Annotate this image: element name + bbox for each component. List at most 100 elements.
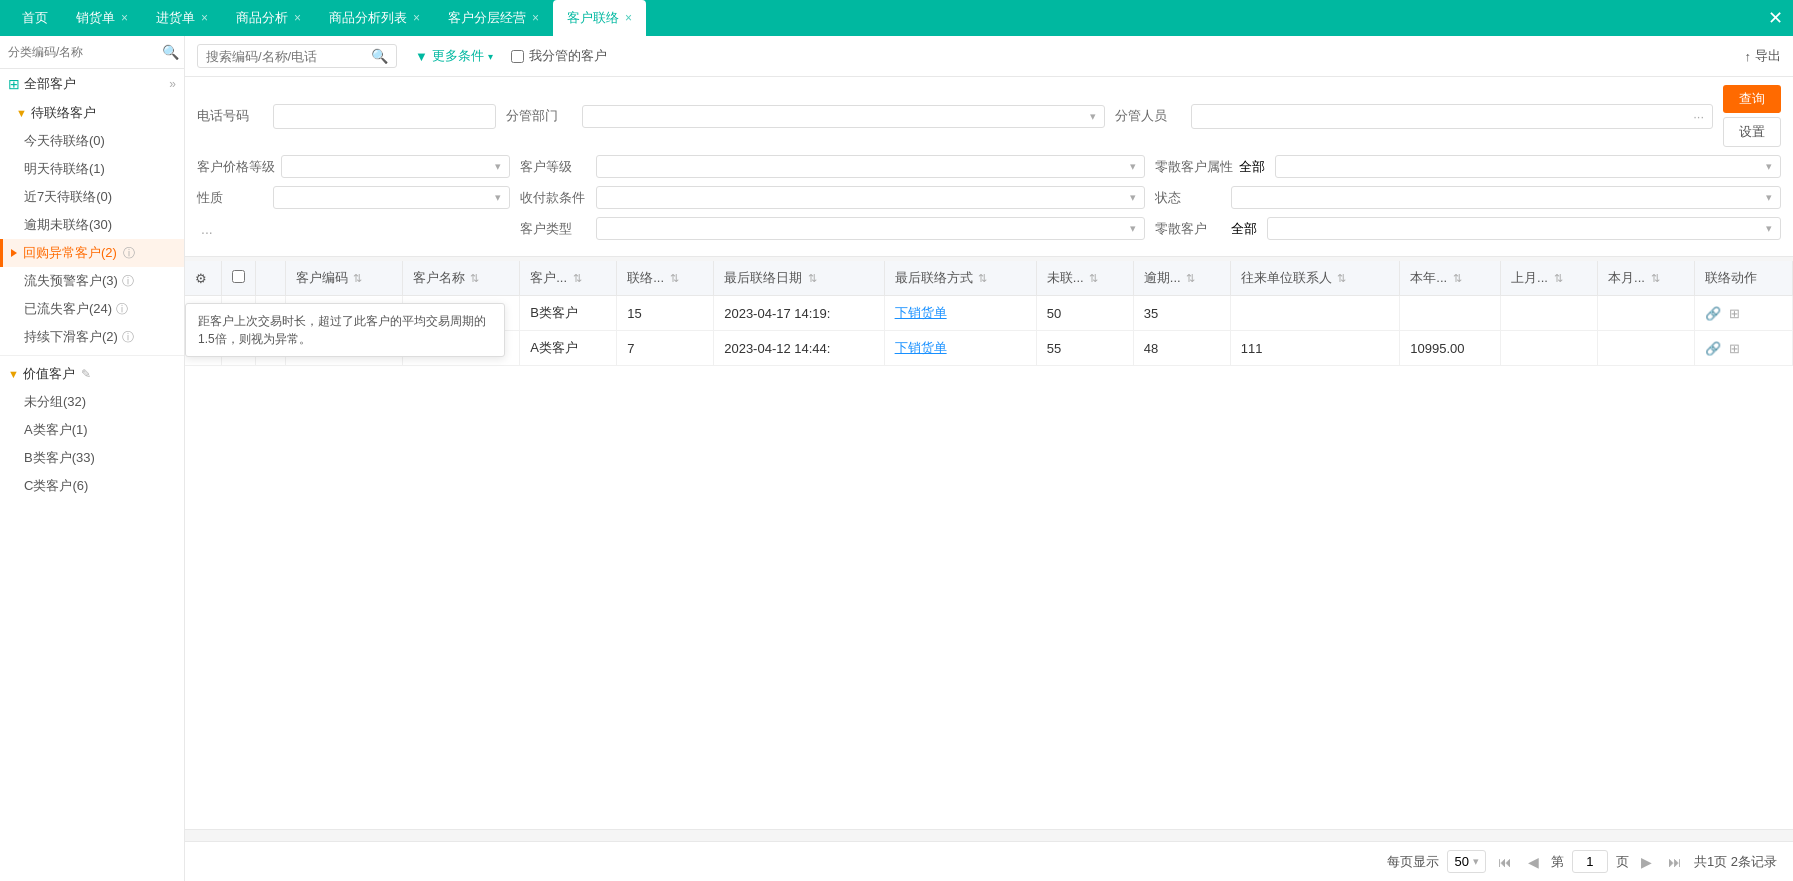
sidebar-item-overdue[interactable]: 逾期未联络(30) [0, 211, 184, 239]
horizontal-scrollbar[interactable] [185, 829, 1793, 841]
col-index [255, 261, 285, 296]
nav-customer-contact[interactable]: 客户联络 × [553, 0, 646, 36]
payment-terms-select[interactable]: ▾ [596, 186, 1146, 209]
action-buttons: 查询 设置 [1723, 85, 1781, 147]
phone-input[interactable] [273, 104, 496, 129]
current-page-input[interactable] [1572, 850, 1608, 873]
filter-gender: 性质 ▾ [197, 186, 510, 209]
dept-select[interactable]: ▾ [582, 105, 1104, 128]
export-button[interactable]: ↑ 导出 [1745, 47, 1782, 65]
filter-phone: 电话号码 [197, 104, 496, 129]
last-page-button[interactable]: ⏭ [1664, 854, 1686, 870]
filter-icon: ▼ [415, 49, 428, 64]
nav-home[interactable]: 首页 [8, 0, 62, 36]
sidebar-search-icon[interactable]: 🔍 [162, 44, 179, 60]
last-contact-way-link-1[interactable]: 下销货单 [895, 340, 947, 355]
sort-year-icon: ⇅ [1453, 272, 1462, 284]
sidebar-all-customers[interactable]: ⊞ 全部客户 » [0, 69, 184, 99]
main-search-input[interactable] [206, 49, 371, 64]
sort-date-icon: ⇅ [808, 272, 817, 284]
col-last-date[interactable]: 最后联络日期 ⇅ [714, 261, 884, 296]
sidebar-group-value[interactable]: ▼ 价值客户 ✎ [0, 360, 184, 388]
nav-sales[interactable]: 销货单 × [62, 0, 142, 36]
col-code[interactable]: 客户编码 ⇅ [285, 261, 402, 296]
close-product-list-icon[interactable]: × [413, 11, 420, 25]
dots-icon[interactable]: ··· [1693, 109, 1704, 124]
row-type-0: B类客户 [520, 296, 617, 331]
next-page-button[interactable]: ▶ [1637, 854, 1656, 870]
sidebar-item-declining[interactable]: 持续下滑客户(2) ⓘ [0, 323, 184, 351]
filter-row-3: 性质 ▾ 收付款条件 ▾ 状态 [197, 186, 1781, 209]
col-pending[interactable]: 未联... ⇅ [1036, 261, 1133, 296]
close-customer-contact-icon[interactable]: × [625, 11, 632, 25]
customer-type-arrow-icon: ▾ [1130, 222, 1136, 235]
row-pending-0: 50 [1036, 296, 1133, 331]
more-dots-button[interactable]: ... [197, 221, 217, 237]
row-overdue-0: 35 [1133, 296, 1230, 331]
more-filter-button[interactable]: ▼ 更多条件 ▾ [407, 44, 501, 68]
action-link-icon-0[interactable]: 🔗 [1705, 306, 1721, 321]
sidebar-item-churned[interactable]: 已流失客户(24) ⓘ [0, 295, 184, 323]
select-all-checkbox[interactable] [232, 270, 245, 283]
close-purchase-icon[interactable]: × [201, 11, 208, 25]
nav-product-analysis[interactable]: 商品分析 × [222, 0, 315, 36]
col-type[interactable]: 客户... ⇅ [520, 261, 617, 296]
person-select[interactable]: ··· [1191, 104, 1713, 129]
query-button[interactable]: 查询 [1723, 85, 1781, 113]
sidebar-item-class-b[interactable]: B类客户(33) [0, 444, 184, 472]
sidebar-item-7days[interactable]: 近7天待联络(0) [0, 183, 184, 211]
col-settings[interactable]: ⚙ [185, 261, 221, 296]
action-grid-icon-0[interactable]: ⊞ [1729, 306, 1740, 321]
action-grid-icon-1[interactable]: ⊞ [1729, 341, 1740, 356]
col-contacts[interactable]: 联络... ⇅ [617, 261, 714, 296]
my-customers-checkbox[interactable] [511, 50, 524, 63]
sidebar-item-today[interactable]: 今天待联络(0) [0, 127, 184, 155]
last-contact-way-link-0[interactable]: 下销货单 [895, 305, 947, 320]
sidebar-group-pending[interactable]: ▼ 待联络客户 [0, 99, 184, 127]
nav-product-list[interactable]: 商品分析列表 × [315, 0, 434, 36]
customer-type-select[interactable]: ▾ [596, 217, 1146, 240]
action-link-icon-1[interactable]: 🔗 [1705, 341, 1721, 356]
price-grade-select[interactable]: ▾ [281, 155, 510, 178]
close-product-analysis-icon[interactable]: × [294, 11, 301, 25]
status-select[interactable]: ▾ [1231, 186, 1781, 209]
per-page-select[interactable]: 50 ▾ [1447, 850, 1485, 873]
window-close-button[interactable]: ✕ [1768, 7, 1783, 29]
row-thisyear-0 [1400, 296, 1501, 331]
sidebar-item-class-c[interactable]: C类客户(6) [0, 472, 184, 500]
gender-select[interactable]: ▾ [273, 186, 510, 209]
col-this-month[interactable]: 本月... ⇅ [1598, 261, 1695, 296]
col-unit-contacts[interactable]: 往来单位联系人 ⇅ [1230, 261, 1400, 296]
customer-grade-select[interactable]: ▾ [596, 155, 1146, 178]
prev-page-button[interactable]: ◀ [1524, 854, 1543, 870]
toolbar: 🔍 ▼ 更多条件 ▾ 我分管的客户 ↑ 导出 [185, 36, 1793, 77]
total-label: 共1页 2条记录 [1694, 853, 1777, 871]
col-name[interactable]: 客户名称 ⇅ [402, 261, 519, 296]
collapse-icon[interactable]: » [169, 77, 176, 91]
close-sales-icon[interactable]: × [121, 11, 128, 25]
first-page-button[interactable]: ⏮ [1494, 854, 1516, 870]
col-this-year[interactable]: 本年... ⇅ [1400, 261, 1501, 296]
sidebar-item-churn-warning[interactable]: 流失预警客户(3) ⓘ [0, 267, 184, 295]
sidebar-search-input[interactable] [8, 45, 158, 59]
retail-attr-select[interactable]: ▾ [1275, 155, 1781, 178]
settings-button[interactable]: 设置 [1723, 117, 1781, 147]
sidebar-item-abnormal-repurchase[interactable]: 回购异常客户(2) ⓘ [0, 239, 184, 267]
sidebar-item-tomorrow[interactable]: 明天待联络(1) [0, 155, 184, 183]
row-type-1: A类客户 [520, 331, 617, 366]
sort-unit-icon: ⇅ [1337, 272, 1346, 284]
per-page-label: 每页显示 [1387, 853, 1439, 871]
col-last-month[interactable]: 上月... ⇅ [1501, 261, 1598, 296]
sidebar-item-class-a[interactable]: A类客户(1) [0, 416, 184, 444]
price-grade-arrow-icon: ▾ [495, 160, 501, 173]
col-last-way[interactable]: 最后联络方式 ⇅ [884, 261, 1036, 296]
retail-customer-select[interactable]: ▾ [1267, 217, 1781, 240]
sidebar-item-ungroup[interactable]: 未分组(32) [0, 388, 184, 416]
close-customer-tier-icon[interactable]: × [532, 11, 539, 25]
col-overdue[interactable]: 逾期... ⇅ [1133, 261, 1230, 296]
edit-icon[interactable]: ✎ [81, 367, 91, 381]
nav-customer-tier[interactable]: 客户分层经营 × [434, 0, 553, 36]
nav-purchase[interactable]: 进货单 × [142, 0, 222, 36]
main-search-icon[interactable]: 🔍 [371, 48, 388, 64]
sort-contacts-icon: ⇅ [670, 272, 679, 284]
